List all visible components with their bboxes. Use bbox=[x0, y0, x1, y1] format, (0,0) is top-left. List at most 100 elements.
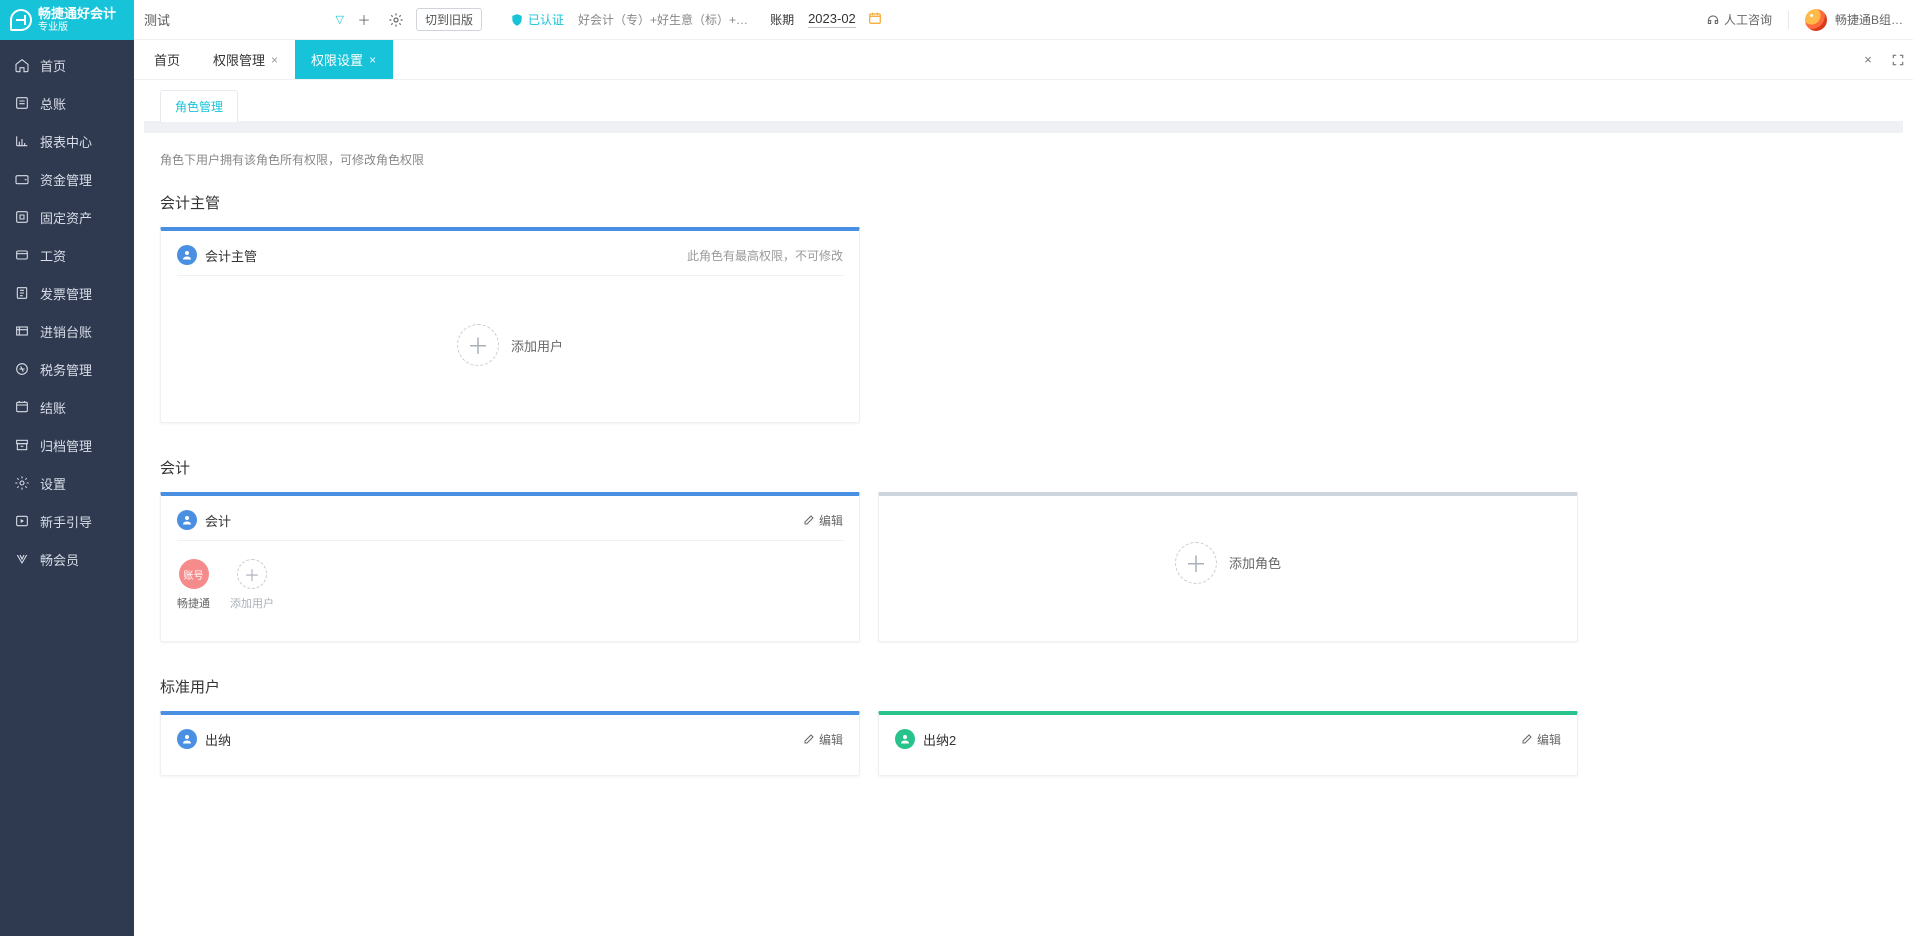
asset-icon bbox=[14, 209, 30, 225]
add-user-button[interactable]: ＋ 添加用户 bbox=[230, 559, 274, 611]
period-label: 账期 bbox=[770, 11, 794, 28]
nav-label: 固定资产 bbox=[40, 208, 92, 227]
sidebar: 畅捷通好会计 专业版 首页 总账 报表中心 资金管理 bbox=[0, 0, 134, 936]
chevron-down-icon: ▽ bbox=[336, 13, 344, 26]
nav-settings[interactable]: 设置 bbox=[0, 464, 134, 502]
add-org-button[interactable]: ＋ bbox=[352, 8, 376, 32]
subtab-role-mgmt[interactable]: 角色管理 bbox=[160, 90, 238, 122]
section-title: 标准用户 bbox=[160, 676, 1887, 697]
nav-asset[interactable]: 固定资产 bbox=[0, 198, 134, 236]
tab-permission-mgmt[interactable]: 权限管理 × bbox=[197, 40, 295, 79]
edit-icon bbox=[803, 733, 815, 745]
section-title: 会计 bbox=[160, 457, 1887, 478]
role-name: 出纳2 bbox=[923, 730, 956, 749]
tab-label: 首页 bbox=[154, 50, 180, 69]
nav-ledger[interactable]: 总账 bbox=[0, 84, 134, 122]
role-name: 会计 bbox=[205, 511, 231, 530]
role-card-accountant: 会计 编辑 账号 畅捷通 bbox=[160, 492, 860, 642]
nav-label: 首页 bbox=[40, 56, 66, 75]
close-all-tabs-button[interactable]: × bbox=[1853, 40, 1883, 79]
nav-label: 税务管理 bbox=[40, 360, 92, 379]
edit-role-button[interactable]: 编辑 bbox=[803, 512, 843, 529]
edit-role-button[interactable]: 编辑 bbox=[803, 731, 843, 748]
role-card-supervisor: 会计主管 此角色有最高权限，不可修改 ＋ 添加用户 bbox=[160, 227, 860, 423]
tax-icon bbox=[14, 361, 30, 377]
plus-icon: ＋ bbox=[457, 324, 499, 366]
add-role-button[interactable]: ＋ 添加角色 bbox=[1175, 542, 1281, 584]
nav-invoice[interactable]: 发票管理 bbox=[0, 274, 134, 312]
nav-report[interactable]: 报表中心 bbox=[0, 122, 134, 160]
nav-vip[interactable]: 畅会员 bbox=[0, 540, 134, 578]
section-supervisor: 会计主管 会计主管 此角色有最高权限，不可修改 bbox=[144, 178, 1903, 443]
gray-strip bbox=[144, 121, 1903, 133]
nav-label: 新手引导 bbox=[40, 512, 92, 531]
package-text: 好会计（专）+好生意（标）+… bbox=[578, 11, 748, 28]
nav-archive[interactable]: 归档管理 bbox=[0, 426, 134, 464]
tab-home[interactable]: 首页 bbox=[138, 40, 197, 79]
section-title: 会计主管 bbox=[160, 192, 1887, 213]
tabstrip: 首页 权限管理 × 权限设置 × × bbox=[134, 40, 1913, 80]
role-name: 出纳 bbox=[205, 730, 231, 749]
nav-label: 发票管理 bbox=[40, 284, 92, 303]
edit-icon bbox=[1521, 733, 1533, 745]
nav-salary[interactable]: 工资 bbox=[0, 236, 134, 274]
org-name: 测试 bbox=[144, 10, 170, 29]
main: 测试 ▽ ＋ 切到旧版 已认证 好会计（专）+好生意（标）+… 账期 2023-… bbox=[134, 0, 1913, 936]
nav-label: 资金管理 bbox=[40, 170, 92, 189]
ledger-icon bbox=[14, 95, 30, 111]
guide-icon bbox=[14, 513, 30, 529]
user-chip[interactable]: 账号 畅捷通 bbox=[177, 559, 210, 611]
product-name: 畅捷通好会计 bbox=[38, 7, 116, 22]
salary-icon bbox=[14, 247, 30, 263]
tab-permission-settings[interactable]: 权限设置 × bbox=[295, 40, 393, 79]
nav-label: 归档管理 bbox=[40, 436, 92, 455]
edit-role-button[interactable]: 编辑 bbox=[1521, 731, 1561, 748]
product-edition: 专业版 bbox=[38, 22, 116, 34]
nav-label: 畅会员 bbox=[40, 550, 79, 569]
switch-old-version-button[interactable]: 切到旧版 bbox=[416, 8, 482, 31]
topbar: 测试 ▽ ＋ 切到旧版 已认证 好会计（专）+好生意（标）+… 账期 2023-… bbox=[134, 0, 1913, 40]
archive-icon bbox=[14, 437, 30, 453]
nav-close-books[interactable]: 结账 bbox=[0, 388, 134, 426]
section-accountant: 会计 会计 编辑 bbox=[144, 443, 1903, 662]
user-icon bbox=[177, 510, 197, 530]
divider bbox=[1788, 11, 1789, 29]
role-name: 会计主管 bbox=[205, 246, 257, 265]
side-nav: 首页 总账 报表中心 资金管理 固定资产 工资 bbox=[0, 40, 134, 578]
add-user-button[interactable]: ＋ 添加用户 bbox=[457, 324, 563, 366]
nav-fund[interactable]: 资金管理 bbox=[0, 160, 134, 198]
plus-icon: ＋ bbox=[237, 559, 267, 589]
nav-label: 报表中心 bbox=[40, 132, 92, 151]
section-standard-users: 标准用户 出纳 编辑 bbox=[144, 662, 1903, 796]
org-selector[interactable]: 测试 ▽ bbox=[144, 10, 344, 29]
cloud-upload-icon bbox=[10, 9, 32, 31]
invoice-icon bbox=[14, 285, 30, 301]
nav-label: 设置 bbox=[40, 474, 66, 493]
help-button[interactable]: 人工咨询 bbox=[1706, 11, 1772, 28]
chart-icon bbox=[14, 133, 30, 149]
user-icon bbox=[177, 729, 197, 749]
avatar[interactable] bbox=[1805, 9, 1827, 31]
org-settings-button[interactable] bbox=[384, 8, 408, 32]
account-badge-icon: 账号 bbox=[179, 559, 209, 589]
role-card-cashier2: 出纳2 编辑 bbox=[878, 711, 1578, 776]
close-icon[interactable]: × bbox=[369, 53, 376, 67]
nav-guide[interactable]: 新手引导 bbox=[0, 502, 134, 540]
plus-icon: ＋ bbox=[1175, 542, 1217, 584]
logo[interactable]: 畅捷通好会计 专业版 bbox=[0, 0, 134, 40]
nav-label: 总账 bbox=[40, 94, 66, 113]
role-card-cashier: 出纳 编辑 bbox=[160, 711, 860, 776]
calendar-icon[interactable] bbox=[868, 11, 882, 28]
nav-tax[interactable]: 税务管理 bbox=[0, 350, 134, 388]
page-hint: 角色下用户拥有该角色所有权限，可修改角色权限 bbox=[144, 133, 1903, 178]
nav-home[interactable]: 首页 bbox=[0, 46, 134, 84]
fullscreen-button[interactable] bbox=[1883, 40, 1913, 79]
period-picker[interactable]: 2023-02 bbox=[808, 11, 856, 28]
user-icon bbox=[895, 729, 915, 749]
gear-icon bbox=[14, 475, 30, 491]
page: 角色管理 角色下用户拥有该角色所有权限，可修改角色权限 会计主管 会计主管 bbox=[134, 80, 1913, 936]
close-icon[interactable]: × bbox=[271, 53, 278, 67]
close-books-icon bbox=[14, 399, 30, 415]
nav-stock[interactable]: 进销台账 bbox=[0, 312, 134, 350]
user-menu[interactable]: 畅捷通B组… bbox=[1835, 11, 1903, 28]
